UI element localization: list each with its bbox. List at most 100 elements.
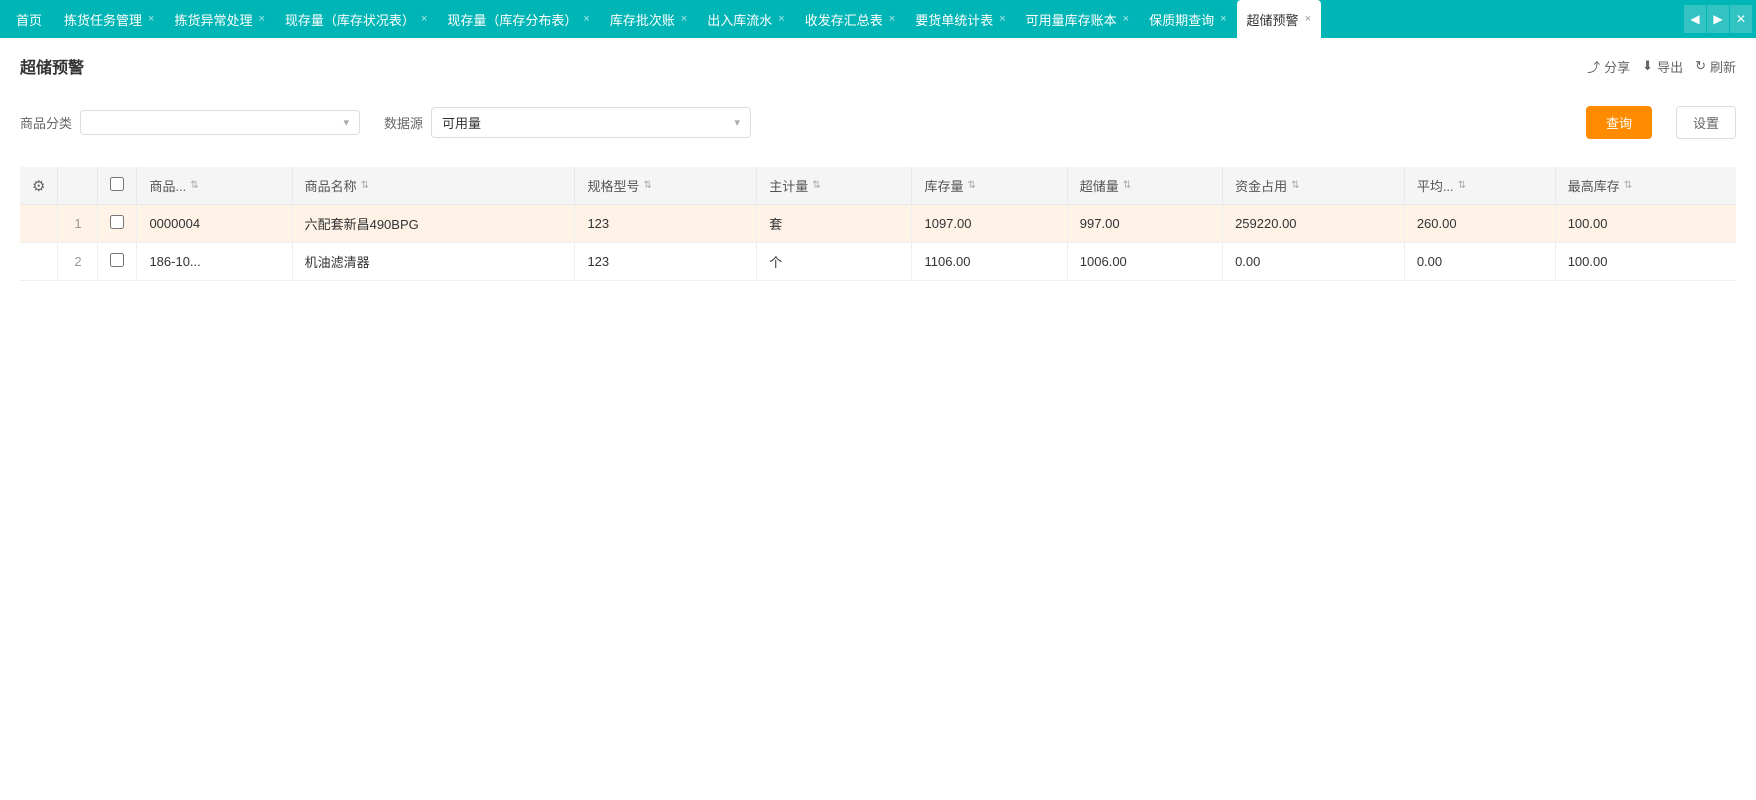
table-row: 2 186-10... 机油滤清器 123 个 1106.00 1006.00 … [20,243,1736,281]
row2-checkbox-cell[interactable] [98,243,137,281]
gear-icon[interactable]: ⚙ [32,178,45,195]
datasource-chevron-icon: ▾ [735,116,741,129]
tab-close-available-account[interactable]: × [1123,13,1129,25]
sort-unit-icon: ⇅ [812,180,820,191]
nav-arrows: ◀ ▶ ✕ [1684,5,1752,33]
table-row: 1 0000004 六配套新昌490BPG 123 套 1097.00 997.… [20,205,1736,243]
tab-close-inout-flow[interactable]: × [778,13,784,25]
row2-code: 186-10... [137,243,292,281]
query-button[interactable]: 查询 [1586,106,1652,139]
row1-unit: 套 [757,205,912,243]
row2-gear [20,243,58,281]
tab-order-stats[interactable]: 要货单统计表 × [905,0,1015,38]
sort-spec-icon: ⇅ [643,180,651,191]
page-container: 超储预警 ⤴ 分享 ⬇ 导出 ↻ 刷新 商品分类 ▾ 数据源 [0,38,1756,800]
tab-close-pick-exception[interactable]: × [258,13,264,25]
col-header-code[interactable]: 商品... ⇅ [137,167,292,205]
category-chevron-icon: ▾ [343,116,349,129]
tab-available-account[interactable]: 可用量库存账本 × [1016,0,1139,38]
row1-index: 1 [58,205,98,243]
tab-close-stock-dist[interactable]: × [583,13,589,25]
col-header-unit[interactable]: 主计量 ⇅ [757,167,912,205]
tab-expiry-query[interactable]: 保质期查询 × [1139,0,1236,38]
tab-pick-task[interactable]: 拣货任务管理 × [54,0,164,38]
col-header-capital[interactable]: 资金占用 ⇅ [1223,167,1405,205]
row1-capital: 259220.00 [1223,205,1405,243]
row1-max: 100.00 [1555,205,1736,243]
row2-max: 100.00 [1555,243,1736,281]
top-nav: 首页 拣货任务管理 × 拣货异常处理 × 现存量（库存状况表） × 现存量（库存… [0,0,1756,38]
col-header-name[interactable]: 商品名称 ⇅ [292,167,575,205]
row1-checkbox-cell[interactable] [98,205,137,243]
sort-over-icon: ⇅ [1123,180,1131,191]
col-header-stock[interactable]: 库存量 ⇅ [912,167,1067,205]
tab-pick-exception[interactable]: 拣货异常处理 × [164,0,274,38]
row1-checkbox[interactable] [110,215,124,229]
sort-capital-icon: ⇅ [1291,180,1299,191]
tab-close-order-stats[interactable]: × [999,13,1005,25]
filter-bar: 商品分类 ▾ 数据源 可用量 ▾ 查询 设置 [20,94,1736,151]
tab-close-batch-account[interactable]: × [681,13,687,25]
col-header-over[interactable]: 超储量 ⇅ [1067,167,1222,205]
sort-max-icon: ⇅ [1624,180,1632,191]
col-header-checkbox[interactable] [98,167,137,205]
select-all-checkbox[interactable] [110,177,124,191]
datasource-select-value: 可用量 [442,113,481,132]
category-select[interactable]: ▾ [80,110,360,135]
col-header-max[interactable]: 最高库存 ⇅ [1555,167,1736,205]
row2-stock: 1106.00 [912,243,1067,281]
refresh-label: 刷新 [1710,57,1736,76]
export-label: 导出 [1657,57,1683,76]
category-label: 商品分类 [20,113,72,132]
row1-stock: 1097.00 [912,205,1067,243]
tab-inout-flow[interactable]: 出入库流水 × [697,0,794,38]
row1-code: 0000004 [137,205,292,243]
row2-unit: 个 [757,243,912,281]
share-action[interactable]: ⤴ 分享 [1587,57,1630,76]
nav-arrow-right[interactable]: ▶ [1707,5,1729,33]
table-body: 1 0000004 六配套新昌490BPG 123 套 1097.00 997.… [20,205,1736,281]
tab-close-expiry-query[interactable]: × [1220,13,1226,25]
row1-spec: 123 [575,205,757,243]
datasource-label: 数据源 [384,113,423,132]
page-actions: ⤴ 分享 ⬇ 导出 ↻ 刷新 [1587,57,1736,76]
row1-name: 六配套新昌490BPG [292,205,575,243]
sort-name-icon: ⇅ [361,180,369,191]
tab-stock-dist[interactable]: 现存量（库存分布表） × [437,0,599,38]
datasource-filter-group: 数据源 可用量 ▾ [384,107,751,138]
nav-arrow-left[interactable]: ◀ [1684,5,1706,33]
row1-gear [20,205,58,243]
table-header-row: ⚙ 商品... ⇅ 商品名称 ⇅ [20,167,1736,205]
tab-close-overstock-warning[interactable]: × [1305,13,1311,25]
datasource-select[interactable]: 可用量 ▾ [431,107,751,138]
sort-stock-icon: ⇅ [968,180,976,191]
row2-checkbox[interactable] [110,253,124,267]
refresh-action[interactable]: ↻ 刷新 [1695,57,1736,76]
tab-stock-status[interactable]: 现存量（库存状况表） × [275,0,437,38]
row2-spec: 123 [575,243,757,281]
tab-summary[interactable]: 收发存汇总表 × [795,0,905,38]
export-action[interactable]: ⬇ 导出 [1642,57,1683,76]
nav-arrow-close-all[interactable]: ✕ [1730,5,1752,33]
row2-index: 2 [58,243,98,281]
row2-name: 机油滤清器 [292,243,575,281]
refresh-icon: ↻ [1695,58,1706,74]
tab-close-summary[interactable]: × [889,13,895,25]
category-filter-group: 商品分类 ▾ [20,110,360,135]
settings-button[interactable]: 设置 [1676,106,1736,139]
col-header-spec[interactable]: 规格型号 ⇅ [575,167,757,205]
share-icon: ⤴ [1587,57,1600,76]
tab-overstock-warning[interactable]: 超储预警 × [1237,0,1321,38]
sort-avg-icon: ⇅ [1458,180,1466,191]
col-header-gear[interactable]: ⚙ [20,167,58,205]
row2-avg: 0.00 [1404,243,1555,281]
page-header: 超储预警 ⤴ 分享 ⬇ 导出 ↻ 刷新 [20,54,1736,78]
share-label: 分享 [1604,57,1630,76]
tab-close-stock-status[interactable]: × [421,13,427,25]
col-header-avg[interactable]: 平均... ⇅ [1404,167,1555,205]
row1-avg: 260.00 [1404,205,1555,243]
tab-close-pick-task[interactable]: × [148,13,154,25]
export-icon: ⬇ [1642,58,1653,74]
nav-home[interactable]: 首页 [4,0,54,38]
tab-batch-account[interactable]: 库存批次账 × [600,0,697,38]
